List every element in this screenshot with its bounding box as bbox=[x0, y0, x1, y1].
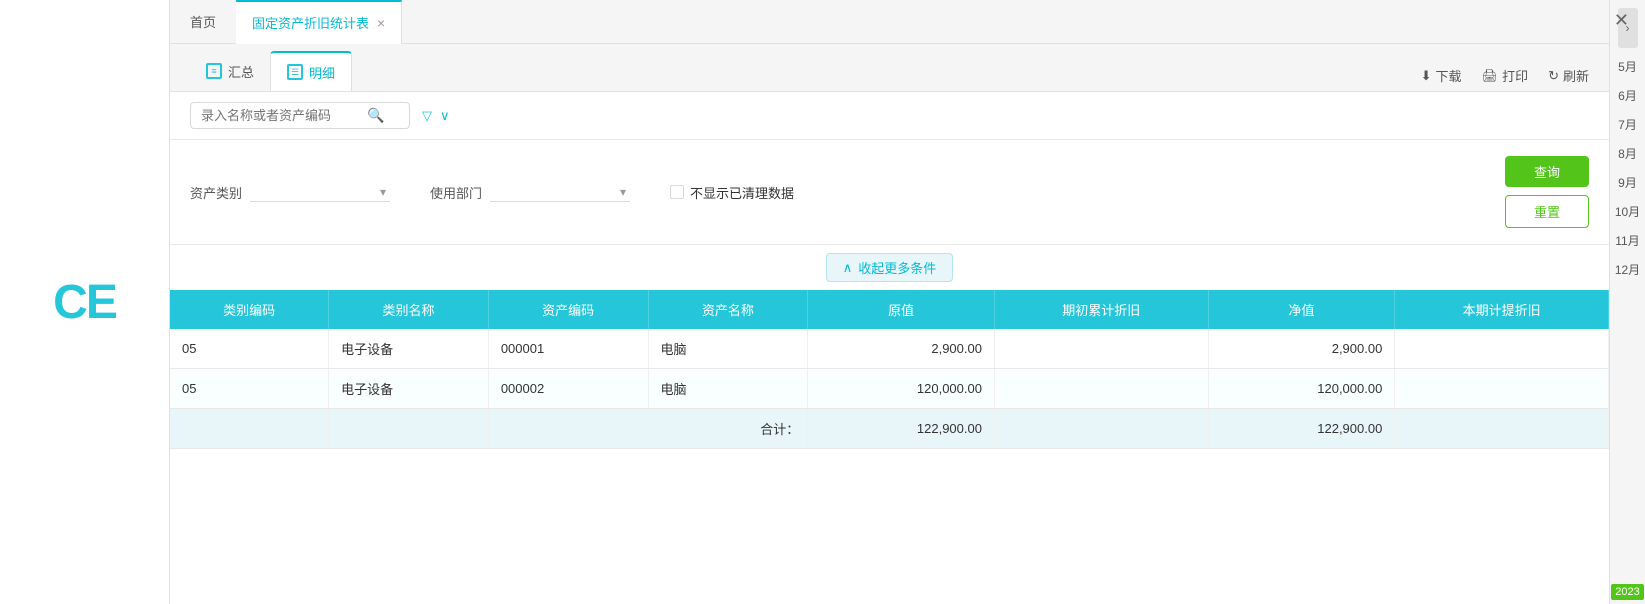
more-filter-button[interactable]: ▽ ∨ bbox=[422, 108, 450, 124]
asset-category-select[interactable]: ▾ bbox=[250, 183, 390, 202]
chevron-down-icon: ▾ bbox=[620, 185, 626, 199]
nav-bar: 首页 固定资产折旧统计表 × bbox=[170, 0, 1609, 44]
data-table: 类别编码 类别名称 资产编码 资产名称 原值 期初累计折旧 净值 本期计提折旧 … bbox=[170, 290, 1609, 449]
col-accumulated-depreciation: 期初累计折旧 bbox=[994, 290, 1208, 329]
search-input[interactable] bbox=[201, 108, 361, 123]
detail-icon: ☰ bbox=[287, 64, 303, 80]
col-net-value: 净值 bbox=[1208, 290, 1395, 329]
collapse-bar: ∧ 收起更多条件 bbox=[170, 245, 1609, 290]
asset-category-filter: 资产类别 ▾ bbox=[190, 183, 390, 202]
month-item[interactable]: 11月 bbox=[1610, 226, 1645, 255]
table-row: 05电子设备000001电脑2,900.002,900.00 bbox=[170, 329, 1609, 369]
col-category-name: 类别名称 bbox=[329, 290, 489, 329]
refresh-icon: ↻ bbox=[1548, 68, 1559, 84]
print-button[interactable]: 🖨 打印 bbox=[1482, 66, 1529, 85]
table-header-row: 类别编码 类别名称 资产编码 资产名称 原值 期初累计折旧 净值 本期计提折旧 bbox=[170, 290, 1609, 329]
logo-text: CE bbox=[53, 275, 116, 330]
search-icon: 🔍 bbox=[367, 107, 384, 124]
month-item[interactable]: 12月 bbox=[1610, 255, 1645, 284]
col-current-depreciation: 本期计提折旧 bbox=[1395, 290, 1609, 329]
month-item[interactable]: 10月 bbox=[1610, 197, 1645, 226]
chevron-up-icon: ∧ bbox=[843, 260, 853, 276]
data-table-wrap: 类别编码 类别名称 资产编码 资产名称 原值 期初累计折旧 净值 本期计提折旧 … bbox=[170, 290, 1609, 604]
table-body: 05电子设备000001电脑2,900.002,900.0005电子设备0000… bbox=[170, 329, 1609, 449]
year-badge: 2023 bbox=[1611, 584, 1643, 600]
table-row: 05电子设备000002电脑120,000.00120,000.00 bbox=[170, 369, 1609, 409]
chevron-down-icon: ∨ bbox=[440, 108, 450, 124]
filter-row: 资产类别 ▾ 使用部门 ▾ 不显示已清理数据 bbox=[190, 156, 1589, 228]
nav-active-tab[interactable]: 固定资产折旧统计表 × bbox=[236, 0, 402, 44]
right-panel: › 5月6月7月8月9月10月11月12月 2023 bbox=[1609, 0, 1645, 604]
col-original-value: 原值 bbox=[808, 290, 995, 329]
month-item[interactable]: 9月 bbox=[1610, 168, 1645, 197]
download-button[interactable]: ⬇ 下载 bbox=[1421, 66, 1462, 85]
window-close-button[interactable]: ✕ bbox=[1614, 10, 1629, 31]
reset-button[interactable]: 重置 bbox=[1505, 195, 1589, 228]
nav-home-tab[interactable]: 首页 bbox=[170, 0, 236, 44]
filter-icon: ▽ bbox=[422, 108, 432, 124]
department-filter: 使用部门 ▾ bbox=[430, 183, 630, 202]
col-category-code: 类别编码 bbox=[170, 290, 329, 329]
tab-detail[interactable]: ☰ 明细 bbox=[270, 51, 352, 91]
tab-summary[interactable]: ≡ 汇总 bbox=[190, 51, 270, 91]
filter-area: 资产类别 ▾ 使用部门 ▾ 不显示已清理数据 bbox=[170, 140, 1609, 245]
month-item[interactable]: 5月 bbox=[1610, 52, 1645, 81]
toolbar-actions: ⬇ 下载 🖨 打印 ↻ 刷新 bbox=[1421, 66, 1589, 91]
total-label: 合计： bbox=[488, 409, 807, 449]
col-asset-code: 资产编码 bbox=[488, 290, 648, 329]
month-item[interactable]: 6月 bbox=[1610, 81, 1645, 110]
main-content: 首页 固定资产折旧统计表 × ≡ 汇总 ☰ 明细 ⬇ 下载 bbox=[170, 0, 1609, 604]
tab-close-button[interactable]: × bbox=[377, 15, 385, 31]
summary-icon: ≡ bbox=[206, 63, 222, 79]
toolbar-tabs: ≡ 汇总 ☰ 明细 ⬇ 下载 🖨 打印 ↻ 刷新 bbox=[170, 44, 1609, 92]
table-total-row: 合计：122,900.00122,900.00 bbox=[170, 409, 1609, 449]
month-list: 5月6月7月8月9月10月11月12月 bbox=[1610, 52, 1645, 284]
search-bar: 🔍 ▽ ∨ bbox=[170, 92, 1609, 140]
month-item[interactable]: 7月 bbox=[1610, 110, 1645, 139]
hide-cleared-checkbox[interactable]: 不显示已清理数据 bbox=[670, 183, 794, 202]
col-asset-name: 资产名称 bbox=[648, 290, 808, 329]
logo-area: CE bbox=[0, 0, 170, 604]
month-item[interactable]: 8月 bbox=[1610, 139, 1645, 168]
query-button[interactable]: 查询 bbox=[1505, 156, 1589, 187]
print-icon: 🖨 bbox=[1482, 68, 1499, 84]
search-input-wrap[interactable]: 🔍 bbox=[190, 102, 410, 129]
download-icon: ⬇ bbox=[1421, 68, 1432, 84]
checkbox-input[interactable] bbox=[670, 185, 684, 199]
department-select[interactable]: ▾ bbox=[490, 183, 630, 202]
chevron-down-icon: ▾ bbox=[380, 185, 386, 199]
refresh-button[interactable]: ↻ 刷新 bbox=[1548, 66, 1589, 85]
filter-actions: 查询 重置 bbox=[1505, 156, 1589, 228]
collapse-button[interactable]: ∧ 收起更多条件 bbox=[826, 253, 954, 282]
